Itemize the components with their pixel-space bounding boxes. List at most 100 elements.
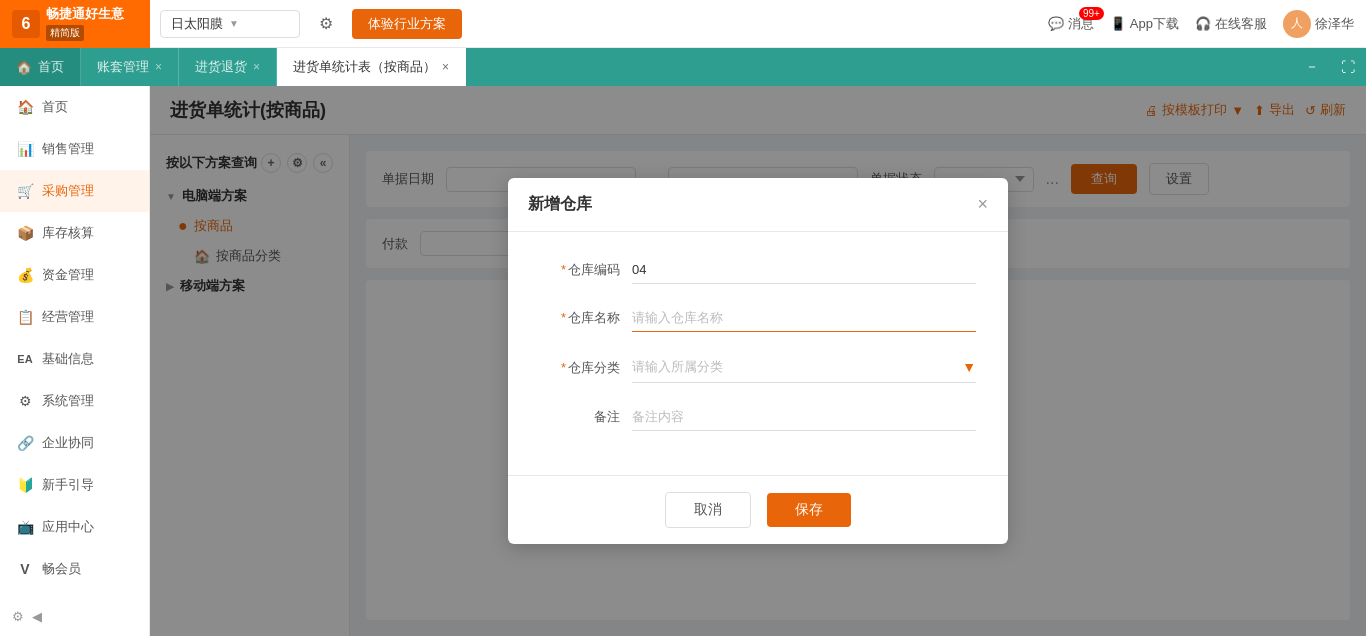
top-bar: 6 畅捷通好生意 精简版 日太阳膜 ▼ ⚙ 体验行业方案 💬 消息 99+ 📱 … [0,0,1366,48]
field-name-label: *仓库名称 [540,309,620,327]
sidebar-inventory-label: 库存核算 [42,224,94,242]
guide-icon: 🔰 [16,476,34,494]
home-icon: 🏠 [16,60,32,75]
app-icon: 📱 [1110,16,1126,31]
vip-icon: V [16,560,34,578]
tab-accounts-close[interactable]: × [155,60,162,74]
tab-home-label: 首页 [38,58,64,76]
tab-accounts-label: 账套管理 [97,58,149,76]
sidebar-system-label: 系统管理 [42,392,94,410]
sidebar-collapse-icon[interactable]: ◀ [32,609,42,624]
user-name: 徐泽华 [1315,15,1354,33]
form-row-code: *仓库编码 [540,256,976,284]
sidebar-item-purchase[interactable]: 🛒 采购管理 [0,170,149,212]
dialog-title: 新增仓库 [528,194,592,215]
category-placeholder: 请输入所属分类 [632,358,723,376]
dialog-header: 新增仓库 × [508,178,1008,232]
tab-purchase-return-close[interactable]: × [253,60,260,74]
finance-icon: 💰 [16,266,34,284]
tab-home[interactable]: 🏠 首页 [0,48,81,86]
sidebar-purchase-label: 采购管理 [42,182,94,200]
online-service-btn[interactable]: 🎧 在线客服 [1195,15,1267,33]
sidebar-enterprise-label: 企业协同 [42,434,94,452]
tab-purchase-stats[interactable]: 进货单统计表（按商品） × [277,48,466,86]
cancel-button[interactable]: 取消 [665,492,751,528]
tab-accounts[interactable]: 账套管理 × [81,48,179,86]
sidebar-finance-label: 资金管理 [42,266,94,284]
sidebar-sales-label: 销售管理 [42,140,94,158]
required-mark-category: * [561,360,566,375]
app-download-btn[interactable]: 📱 App下载 [1110,15,1179,33]
app-download-label: App下载 [1130,15,1179,33]
notification-badge: 99+ [1079,7,1104,20]
form-row-name: *仓库名称 [540,304,976,332]
sales-icon: 📊 [16,140,34,158]
headset-icon: 🎧 [1195,16,1211,31]
maximize-button[interactable]: ⛶ [1330,48,1366,86]
form-row-category: *仓库分类 请输入所属分类 ▼ [540,352,976,383]
required-mark-name: * [561,310,566,325]
sidebar-item-system[interactable]: ⚙ 系统管理 [0,380,149,422]
sidebar-item-basic-info[interactable]: EA 基础信息 [0,338,149,380]
dialog-overlay: 新增仓库 × *仓库编码 *仓库名称 [150,86,1366,636]
user-menu[interactable]: 人 徐泽华 [1283,10,1354,38]
form-row-note: 备注 [540,403,976,431]
enterprise-icon: 🔗 [16,434,34,452]
dialog-body: *仓库编码 *仓库名称 *仓库分类 [508,232,1008,475]
home-sidebar-icon: 🏠 [16,98,34,116]
sidebar-item-operations[interactable]: 📋 经营管理 [0,296,149,338]
logo-area: 6 畅捷通好生意 精简版 [0,0,150,48]
inventory-icon: 📦 [16,224,34,242]
field-category-select[interactable]: 请输入所属分类 ▼ [632,352,976,383]
sidebar-item-vip[interactable]: V 畅会员 [0,548,149,590]
sidebar-item-home[interactable]: 🏠 首页 [0,86,149,128]
sidebar-item-guide[interactable]: 🔰 新手引导 [0,464,149,506]
sidebar-item-inventory[interactable]: 📦 库存核算 [0,212,149,254]
sidebar-item-app-center[interactable]: 📺 应用中心 [0,506,149,548]
logo-title: 畅捷通好生意 [46,6,124,23]
basic-info-icon: EA [16,350,34,368]
sidebar-item-sales[interactable]: 📊 销售管理 [0,128,149,170]
field-note-input[interactable] [632,403,976,431]
main-layout: 🏠 首页 📊 销售管理 🛒 采购管理 📦 库存核算 💰 资金管理 📋 经营管理 … [0,86,1366,636]
trial-button[interactable]: 体验行业方案 [352,9,462,39]
operations-icon: 📋 [16,308,34,326]
gear-button[interactable]: ⚙ [310,8,342,40]
online-service-label: 在线客服 [1215,15,1267,33]
tab-purchase-return-label: 进货退货 [195,58,247,76]
sidebar-item-finance[interactable]: 💰 资金管理 [0,254,149,296]
sidebar-basic-info-label: 基础信息 [42,350,94,368]
purchase-icon: 🛒 [16,182,34,200]
field-note-label: 备注 [540,408,620,426]
required-mark-code: * [561,262,566,277]
notification-btn[interactable]: 💬 消息 99+ [1048,15,1094,33]
dialog-close-button[interactable]: × [977,194,988,215]
sidebar-app-center-label: 应用中心 [42,518,94,536]
field-name-input[interactable] [632,304,976,332]
logo-icon: 6 [12,10,40,38]
top-right-area: 💬 消息 99+ 📱 App下载 🎧 在线客服 人 徐泽华 [1048,10,1354,38]
store-name: 日太阳膜 [171,15,223,33]
new-warehouse-dialog: 新增仓库 × *仓库编码 *仓库名称 [508,178,1008,544]
field-code-input[interactable] [632,256,976,284]
sidebar-settings-icon[interactable]: ⚙ [12,609,24,624]
sidebar-guide-label: 新手引导 [42,476,94,494]
tab-purchase-return[interactable]: 进货退货 × [179,48,277,86]
sidebar: 🏠 首页 📊 销售管理 🛒 采购管理 📦 库存核算 💰 资金管理 📋 经营管理 … [0,86,150,636]
message-icon: 💬 [1048,16,1064,31]
sidebar-home-label: 首页 [42,98,68,116]
sidebar-vip-label: 畅会员 [42,560,81,578]
tab-purchase-stats-close[interactable]: × [442,60,449,74]
sidebar-operations-label: 经营管理 [42,308,94,326]
logo-badge: 精简版 [46,25,84,41]
field-category-label: *仓库分类 [540,359,620,377]
sidebar-item-enterprise[interactable]: 🔗 企业协同 [0,422,149,464]
dialog-footer: 取消 保存 [508,475,1008,544]
sidebar-bottom: ⚙ ◀ [0,597,149,636]
avatar: 人 [1283,10,1311,38]
minimize-button[interactable]: － [1294,48,1330,86]
app-center-icon: 📺 [16,518,34,536]
store-selector[interactable]: 日太阳膜 ▼ [160,10,300,38]
save-button[interactable]: 保存 [767,493,851,527]
tab-purchase-stats-label: 进货单统计表（按商品） [293,58,436,76]
